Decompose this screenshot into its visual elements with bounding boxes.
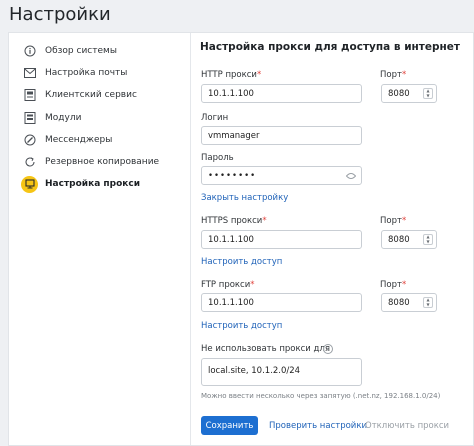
ftp-proxy-label: FTP прокси* [201, 280, 255, 290]
no-proxy-hint: Можно ввести несколько через запятую (.n… [201, 392, 441, 400]
required-mark: * [262, 216, 267, 226]
messenger-icon [23, 133, 37, 147]
port-stepper-icon[interactable]: ▲ ▼ [423, 234, 433, 245]
http-proxy-input[interactable]: 10.1.1.100 [201, 84, 362, 103]
required-mark: * [401, 280, 407, 290]
https-port-label: Порт* [380, 216, 407, 226]
disable-proxy-button[interactable]: Отключить прокси [365, 421, 449, 431]
ftp-port-input[interactable]: 8080 ▲ ▼ [381, 293, 437, 312]
ftp-configure-access-link[interactable]: Настроить доступ [201, 321, 282, 331]
password-label: Пароль [201, 153, 234, 163]
required-mark: * [401, 216, 407, 226]
sidebar-item-system-overview[interactable]: Обзор системы [9, 40, 190, 62]
help-icon[interactable]: ? [323, 344, 333, 354]
sidebar-item-label: Настройка прокси [45, 179, 140, 190]
no-proxy-textarea[interactable]: local.site, 10.1.2.0/24 [201, 358, 362, 386]
client-service-icon [23, 88, 37, 102]
http-proxy-label: HTTP прокси* [201, 70, 262, 80]
sidebar-item-messengers[interactable]: Мессенджеры [9, 129, 190, 151]
form-title: Настройка прокси для доступа в интернет [200, 41, 460, 53]
close-settings-link[interactable]: Закрыть настройку [201, 193, 288, 203]
port-stepper-icon[interactable]: ▲ ▼ [423, 88, 433, 99]
password-input[interactable]: •••••••• [201, 166, 362, 185]
https-proxy-input[interactable]: 10.1.1.100 [201, 230, 362, 249]
no-proxy-label: Не использовать прокси для [201, 344, 330, 354]
sidebar-item-label: Клиентский сервис [45, 90, 137, 101]
sidebar-item-label: Мессенджеры [45, 134, 113, 145]
required-mark: * [256, 70, 262, 80]
backup-icon [23, 155, 37, 169]
ftp-proxy-input[interactable]: 10.1.1.100 [201, 293, 362, 312]
required-mark: * [250, 280, 255, 290]
https-configure-access-link[interactable]: Настроить доступ [201, 257, 282, 267]
sidebar-item-label: Настройка почты [45, 68, 128, 79]
sidebar: Обзор системы Настройка почты Клиентский… [9, 33, 191, 445]
save-button[interactable]: Сохранить [201, 416, 258, 435]
login-label: Логин [201, 113, 229, 123]
https-port-input[interactable]: 8080 ▲ ▼ [381, 230, 437, 249]
sidebar-item-proxy-settings[interactable]: Настройка прокси [9, 173, 190, 195]
required-mark: * [401, 70, 407, 80]
login-input[interactable]: vmmanager [201, 126, 362, 145]
ftp-port-label: Порт* [380, 280, 407, 290]
port-stepper-icon[interactable]: ▲ ▼ [423, 297, 433, 308]
info-icon [23, 44, 37, 58]
show-password-icon[interactable] [345, 172, 357, 183]
mail-icon [23, 66, 37, 80]
sidebar-item-mail-settings[interactable]: Настройка почты [9, 62, 190, 84]
https-proxy-label: HTTPS прокси* [201, 216, 267, 226]
modules-icon [23, 111, 37, 125]
sidebar-item-modules[interactable]: Модули [9, 107, 190, 129]
http-port-input[interactable]: 8080 ▲ ▼ [381, 84, 437, 103]
proxy-settings-form: Настройка прокси для доступа в интернет … [200, 33, 470, 445]
sidebar-item-label: Модули [45, 112, 82, 123]
page-title: Настройки [9, 4, 111, 25]
sidebar-item-label: Резервное копирование [45, 157, 160, 168]
sidebar-item-backup[interactable]: Резервное копирование [9, 151, 190, 173]
http-port-label: Порт* [380, 70, 407, 80]
check-settings-button[interactable]: Проверить настройки [269, 421, 367, 431]
settings-panel: Обзор системы Настройка почты Клиентский… [8, 32, 474, 446]
sidebar-item-label: Обзор системы [45, 46, 117, 57]
proxy-icon [21, 175, 38, 193]
sidebar-item-client-service[interactable]: Клиентский сервис [9, 84, 190, 106]
